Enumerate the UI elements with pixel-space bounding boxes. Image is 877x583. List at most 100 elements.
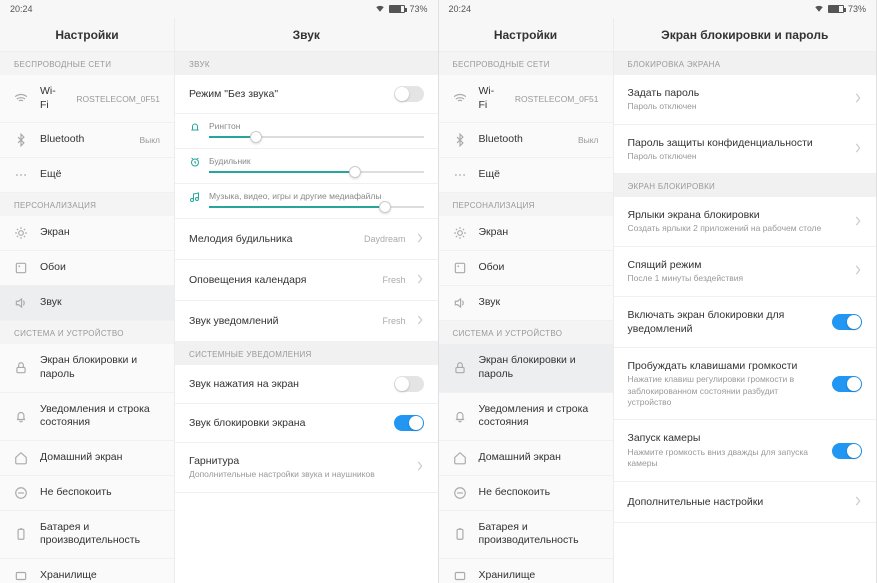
slider-ringtone[interactable]: Рингтон xyxy=(175,114,438,149)
sidebar-item-wallpaper[interactable]: Обои xyxy=(439,251,613,286)
wifi-status-icon xyxy=(375,3,385,15)
row-wake-volume[interactable]: Пробуждать клавишами громкости Нажатие к… xyxy=(614,348,877,421)
sidebar-item-storage[interactable]: Хранилище xyxy=(439,559,613,583)
row-tap-sound[interactable]: Звук нажатия на экран xyxy=(175,365,438,404)
lock-icon xyxy=(453,361,467,375)
wake-notif-toggle[interactable] xyxy=(832,314,862,330)
media-icon xyxy=(189,190,201,202)
sidebar-item-more[interactable]: Ещё xyxy=(0,158,174,193)
row-sleep[interactable]: Спящий режим После 1 минуты бездействия xyxy=(614,247,877,297)
row-silent-mode[interactable]: Режим "Без звука" xyxy=(175,75,438,114)
sidebar-item-display[interactable]: Экран xyxy=(0,216,174,251)
sidebar-item-wallpaper[interactable]: Обои xyxy=(0,251,174,286)
section-system-notif: СИСТЕМНЫЕ УВЕДОМЛЕНИЯ xyxy=(175,342,438,365)
notif-label: Уведомления и строка состояния xyxy=(479,403,599,430)
silent-toggle[interactable] xyxy=(394,86,424,102)
wake-notif-label: Включать экран блокировки для уведомлени… xyxy=(628,308,823,336)
sidebar-item-battery[interactable]: Батарея и производительность xyxy=(0,511,174,559)
wake-vol-toggle[interactable] xyxy=(832,376,862,392)
row-set-password[interactable]: Задать пароль Пароль отключен xyxy=(614,75,877,125)
main-title: Экран блокировки и пароль xyxy=(614,18,877,52)
storage-label: Хранилище xyxy=(479,569,599,583)
sound-label: Звук xyxy=(40,296,160,310)
display-icon xyxy=(14,226,28,240)
wifi-value: ROSTELECOM_0F51 xyxy=(76,94,160,104)
display-label: Экран xyxy=(479,226,599,240)
notif-sound-label: Звук уведомлений xyxy=(189,314,372,328)
sidebar-item-dnd[interactable]: Не беспокоить xyxy=(439,476,613,511)
slider-alarm[interactable]: Будильник xyxy=(175,149,438,184)
row-privacy-password[interactable]: Пароль защиты конфиденциальности Пароль … xyxy=(614,125,877,175)
more-label: Ещё xyxy=(479,168,599,182)
lock-sound-label: Звук блокировки экрана xyxy=(189,416,384,430)
sidebar-item-notifications[interactable]: Уведомления и строка состояния xyxy=(439,393,613,441)
sidebar-item-wifi[interactable]: Wi-Fi ROSTELECOM_0F51 xyxy=(0,75,174,123)
tablet-left: 20:24 73% Настройки БЕСПРОВОДНЫЕ СЕТИ Wi… xyxy=(0,0,439,583)
section-system: СИСТЕМА И УСТРОЙСТВО xyxy=(439,321,613,344)
alarm-melody-label: Мелодия будильника xyxy=(189,232,354,246)
sleep-sub: После 1 минуты бездействия xyxy=(628,273,845,284)
sidebar-item-notifications[interactable]: Уведомления и строка состояния xyxy=(0,393,174,441)
ringtone-thumb[interactable] xyxy=(250,131,262,143)
battery-percent: 73% xyxy=(409,4,427,14)
slider-media[interactable]: Музыка, видео, игры и другие медиафайлы xyxy=(175,184,438,219)
battery-percent: 73% xyxy=(848,4,866,14)
sidebar-item-bluetooth[interactable]: Bluetooth Выкл xyxy=(439,123,613,158)
sidebar-item-home[interactable]: Домашний экран xyxy=(0,441,174,476)
row-lock-sound[interactable]: Звук блокировки экрана xyxy=(175,404,438,443)
row-camera-launch[interactable]: Запуск камеры Нажмите громкость вниз два… xyxy=(614,420,877,481)
sidebar-item-storage[interactable]: Хранилище xyxy=(0,559,174,583)
storage-icon xyxy=(14,569,28,583)
notif-sound-value: Fresh xyxy=(382,316,405,326)
sidebar-item-lockscreen[interactable]: Экран блокировки и пароль xyxy=(0,344,174,392)
media-thumb[interactable] xyxy=(379,201,391,213)
sidebar-title: Настройки xyxy=(0,18,174,52)
battery-label: Батарея и производительность xyxy=(479,521,599,548)
bell-icon xyxy=(453,409,467,423)
privacy-label: Пароль защиты конфиденциальности xyxy=(628,136,845,150)
bt-label: Bluetooth xyxy=(40,133,127,147)
sidebar-item-battery[interactable]: Батарея и производительность xyxy=(439,511,613,559)
camera-sub: Нажмите громкость вниз дважды для запуск… xyxy=(628,447,823,470)
bell-icon xyxy=(14,409,28,423)
alarm-thumb[interactable] xyxy=(349,166,361,178)
section-personal: ПЕРСОНАЛИЗАЦИЯ xyxy=(439,193,613,216)
row-lockscreen-shortcuts[interactable]: Ярлыки экрана блокировки Создать ярлыки … xyxy=(614,197,877,247)
sidebar-item-dnd[interactable]: Не беспокоить xyxy=(0,476,174,511)
display-label: Экран xyxy=(40,226,160,240)
sidebar-item-display[interactable]: Экран xyxy=(439,216,613,251)
alarm-icon xyxy=(189,155,201,167)
row-additional-settings[interactable]: Дополнительные настройки xyxy=(614,482,877,523)
wifi-label: Wi-Fi xyxy=(40,85,64,112)
battery-icon xyxy=(828,5,844,13)
wake-vol-sub: Нажатие клавиш регулировки громкости в з… xyxy=(628,374,823,408)
status-time: 20:24 xyxy=(10,4,33,14)
row-calendar-alerts[interactable]: Оповещения календаря Fresh xyxy=(175,260,438,301)
wake-vol-label: Пробуждать клавишами громкости xyxy=(628,359,823,373)
wallpaper-icon xyxy=(453,261,467,275)
sidebar-item-bluetooth[interactable]: Bluetooth Выкл xyxy=(0,123,174,158)
camera-toggle[interactable] xyxy=(832,443,862,459)
row-headset[interactable]: Гарнитура Дополнительные настройки звука… xyxy=(175,443,438,493)
lock-label: Экран блокировки и пароль xyxy=(479,354,599,381)
bluetooth-icon xyxy=(14,133,28,147)
sidebar-title: Настройки xyxy=(439,18,613,52)
wallpaper-label: Обои xyxy=(40,261,160,275)
tap-sound-toggle[interactable] xyxy=(394,376,424,392)
sound-icon xyxy=(453,296,467,310)
sidebar-item-home[interactable]: Домашний экран xyxy=(439,441,613,476)
lock-label: Экран блокировки и пароль xyxy=(40,354,160,381)
sidebar-item-wifi[interactable]: Wi-Fi ROSTELECOM_0F51 xyxy=(439,75,613,123)
sidebar-item-more[interactable]: Ещё xyxy=(439,158,613,193)
sidebar-item-lockscreen[interactable]: Экран блокировки и пароль xyxy=(439,344,613,392)
dnd-icon xyxy=(14,486,28,500)
lock-sound-toggle[interactable] xyxy=(394,415,424,431)
battery-settings-icon xyxy=(453,527,467,541)
sidebar-item-sound[interactable]: Звук xyxy=(0,286,174,321)
row-alarm-melody[interactable]: Мелодия будильника Daydream xyxy=(175,219,438,260)
row-wake-notifications[interactable]: Включать экран блокировки для уведомлени… xyxy=(614,297,877,348)
more-icon xyxy=(14,168,28,182)
dnd-icon xyxy=(453,486,467,500)
sidebar-item-sound[interactable]: Звук xyxy=(439,286,613,321)
row-notification-sound[interactable]: Звук уведомлений Fresh xyxy=(175,301,438,342)
